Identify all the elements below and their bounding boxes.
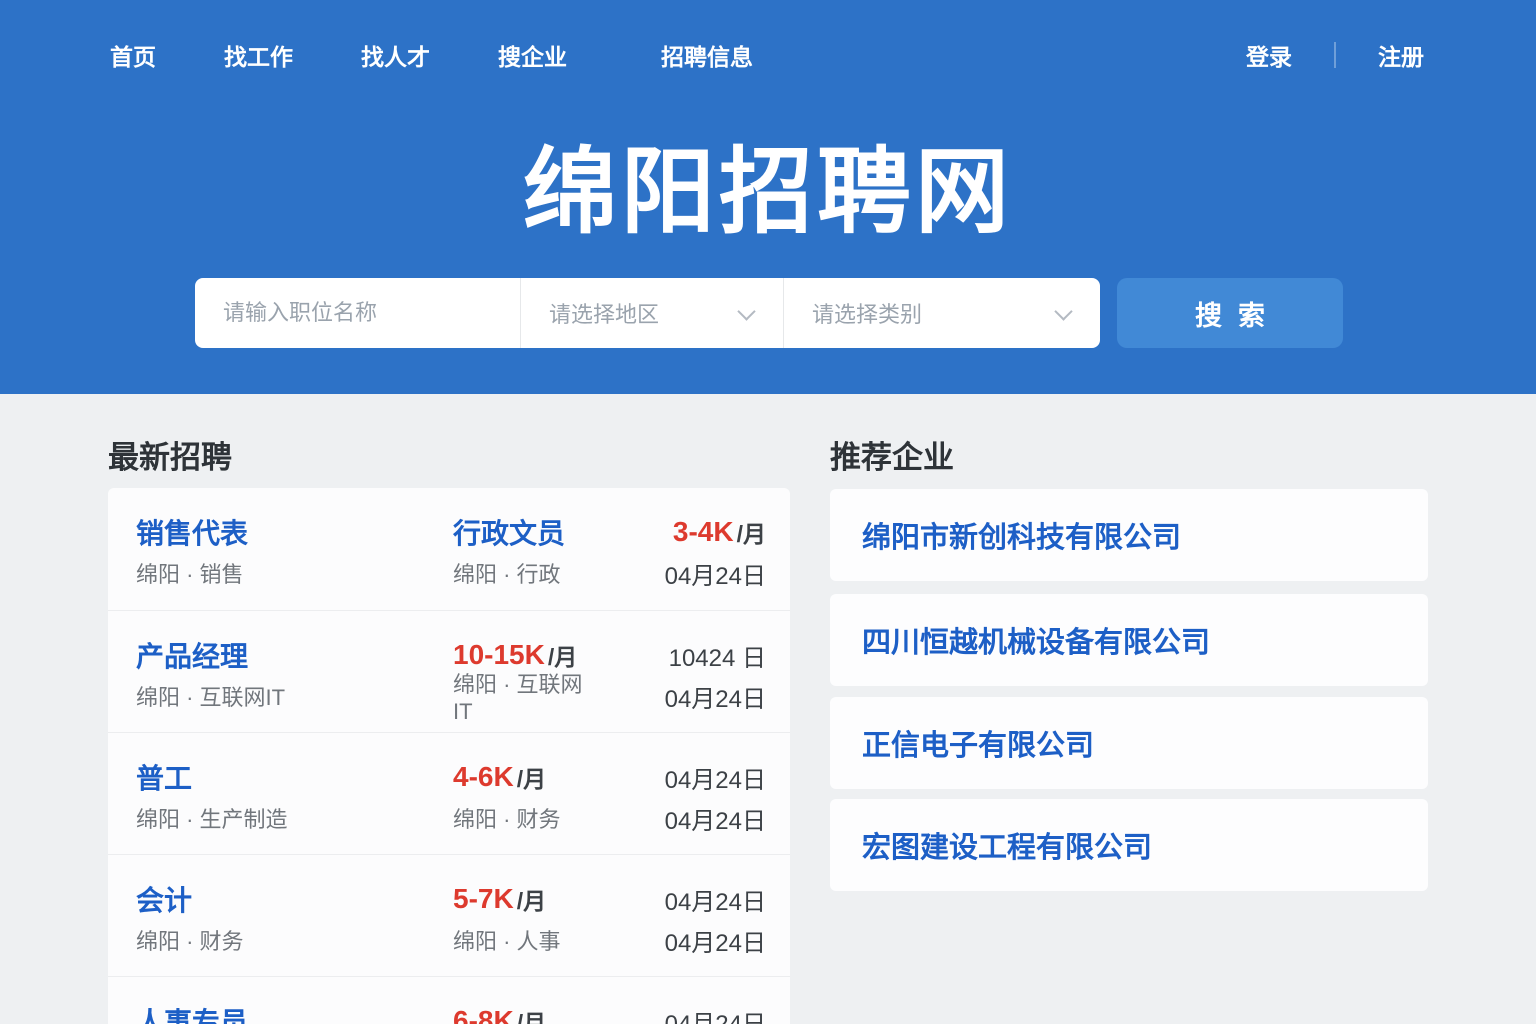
latest-jobs-panel: 销售代表 绵阳 · 销售 行政文员 绵阳 · 行政 3-4K /月 04月24日… [108,488,790,1024]
post-date: 04月24日 [664,685,766,713]
job-cell: 产品经理 绵阳 · 互联网IT [136,637,453,732]
company-card[interactable]: 绵阳市新创科技有限公司 [830,489,1428,581]
salary-unit: /月 [516,1010,547,1024]
job-cell: 人事专员 [136,1003,453,1024]
post-date: 04月24日 [664,1010,766,1024]
salary-cell: 5-7K /月 绵阳 · 人事 [453,881,596,976]
post-date: 10424 日 [668,644,766,672]
salary-date-cell: 3-4K /月 04月24日 [596,514,766,610]
post-date: 04月24日 [664,807,766,835]
job-row: 人事专员 6-8K /月 04月24日 [108,976,790,1024]
job-title-link[interactable]: 产品经理 [136,635,248,675]
region-segment: 请选择地区 [520,278,783,348]
date-cell: 10424 日 04月24日 [596,637,766,732]
register-link[interactable]: 注册 [1378,38,1424,72]
job-cell: 行政文员 绵阳 · 行政 [453,514,596,610]
company-card[interactable]: 四川恒越机械设备有限公司 [830,594,1428,686]
job-title-link[interactable]: 会计 [136,879,192,919]
job-meta: 绵阳 · 人事 [453,929,561,954]
job-row: 产品经理 绵阳 · 互联网IT 10-15K /月 绵阳 · 互联网IT 104… [108,610,790,732]
auth-nav: 登录 注册 [1246,38,1424,72]
job-meta: 绵阳 · 生产制造 [136,807,288,832]
region-select[interactable]: 请选择地区 [521,297,783,329]
company-name-link[interactable]: 四川恒越机械设备有限公司 [862,619,1210,661]
company-name-link[interactable]: 正信电子有限公司 [862,722,1094,764]
date-cell: 04月24日 04月24日 [596,881,766,976]
job-meta: 绵阳 · 财务 [136,929,244,954]
latest-jobs-heading: 最新招聘 [108,440,232,475]
keyword-segment [195,278,520,348]
salary-amount: 4-6K [453,761,514,792]
salary-cell: 4-6K /月 绵阳 · 财务 [453,759,596,854]
post-date: 04月24日 [664,929,766,957]
job-meta: 绵阳 · 互联网IT [136,685,286,710]
salary-amount: 6-8K [453,1005,514,1024]
salary-amount: 3-4K [672,516,734,547]
job-row: 会计 绵阳 · 财务 5-7K /月 绵阳 · 人事 04月24日 04月24日 [108,854,790,976]
salary-amount: 5-7K [453,883,514,914]
recruitment-homepage: 首页 找工作 找人才 搜企业 招聘信息 登录 注册 绵阳招聘网 请选择地区 请选… [0,0,1536,1024]
nav-item-home[interactable]: 首页 [110,38,156,72]
post-date: 04月24日 [664,766,766,794]
search-bar: 请选择地区 请选择类别 [195,278,1100,348]
hero-header: 首页 找工作 找人才 搜企业 招聘信息 登录 注册 绵阳招聘网 请选择地区 请选… [0,0,1536,394]
salary-cell: 10-15K /月 绵阳 · 互联网IT [453,637,596,732]
job-cell: 普工 绵阳 · 生产制造 [136,759,453,854]
nav-divider [1334,42,1336,68]
job-title-link[interactable]: 普工 [136,757,192,797]
nav-item-recruitment-info[interactable]: 招聘信息 [661,38,753,72]
recommended-companies-heading: 推荐企业 [830,440,954,475]
job-cell: 会计 绵阳 · 财务 [136,881,453,976]
job-title-link[interactable]: 行政文员 [453,512,565,552]
nav-item-search-companies[interactable]: 搜企业 [498,38,567,72]
category-select[interactable]: 请选择类别 [784,297,1100,329]
salary-unit: /月 [516,888,547,914]
job-meta: 绵阳 · 互联网IT [453,672,583,724]
search-button[interactable]: 搜索 [1117,278,1343,348]
company-name-link[interactable]: 宏图建设工程有限公司 [862,824,1152,866]
salary-cell: 6-8K /月 [453,1003,596,1024]
nav-item-find-jobs[interactable]: 找工作 [224,38,293,72]
job-meta: 绵阳 · 行政 [453,562,561,587]
job-title-link[interactable]: 销售代表 [136,512,248,552]
site-title: 绵阳招聘网 [522,139,1013,244]
job-keyword-input[interactable] [195,278,520,348]
date-cell: 04月24日 04月24日 [596,759,766,854]
salary-unit: /月 [736,521,766,547]
job-row: 销售代表 绵阳 · 销售 行政文员 绵阳 · 行政 3-4K /月 04月24日 [108,488,790,610]
main-nav: 首页 找工作 找人才 搜企业 招聘信息 [110,38,753,72]
salary-unit: /月 [516,766,547,792]
company-card[interactable]: 正信电子有限公司 [830,697,1428,789]
login-link[interactable]: 登录 [1246,38,1292,72]
post-date: 04月24日 [664,562,766,590]
job-cell: 销售代表 绵阳 · 销售 [136,514,453,610]
company-card[interactable]: 宏图建设工程有限公司 [830,799,1428,891]
company-name-link[interactable]: 绵阳市新创科技有限公司 [862,514,1181,556]
job-meta: 绵阳 · 财务 [453,807,561,832]
date-cell: 04月24日 [596,1003,766,1024]
job-row: 普工 绵阳 · 生产制造 4-6K /月 绵阳 · 财务 04月24日 04月2… [108,732,790,854]
job-title-link[interactable]: 人事专员 [136,1001,248,1024]
nav-item-find-talent[interactable]: 找人才 [361,38,430,72]
category-segment: 请选择类别 [783,278,1100,348]
job-meta: 绵阳 · 销售 [136,562,244,587]
post-date: 04月24日 [664,888,766,916]
